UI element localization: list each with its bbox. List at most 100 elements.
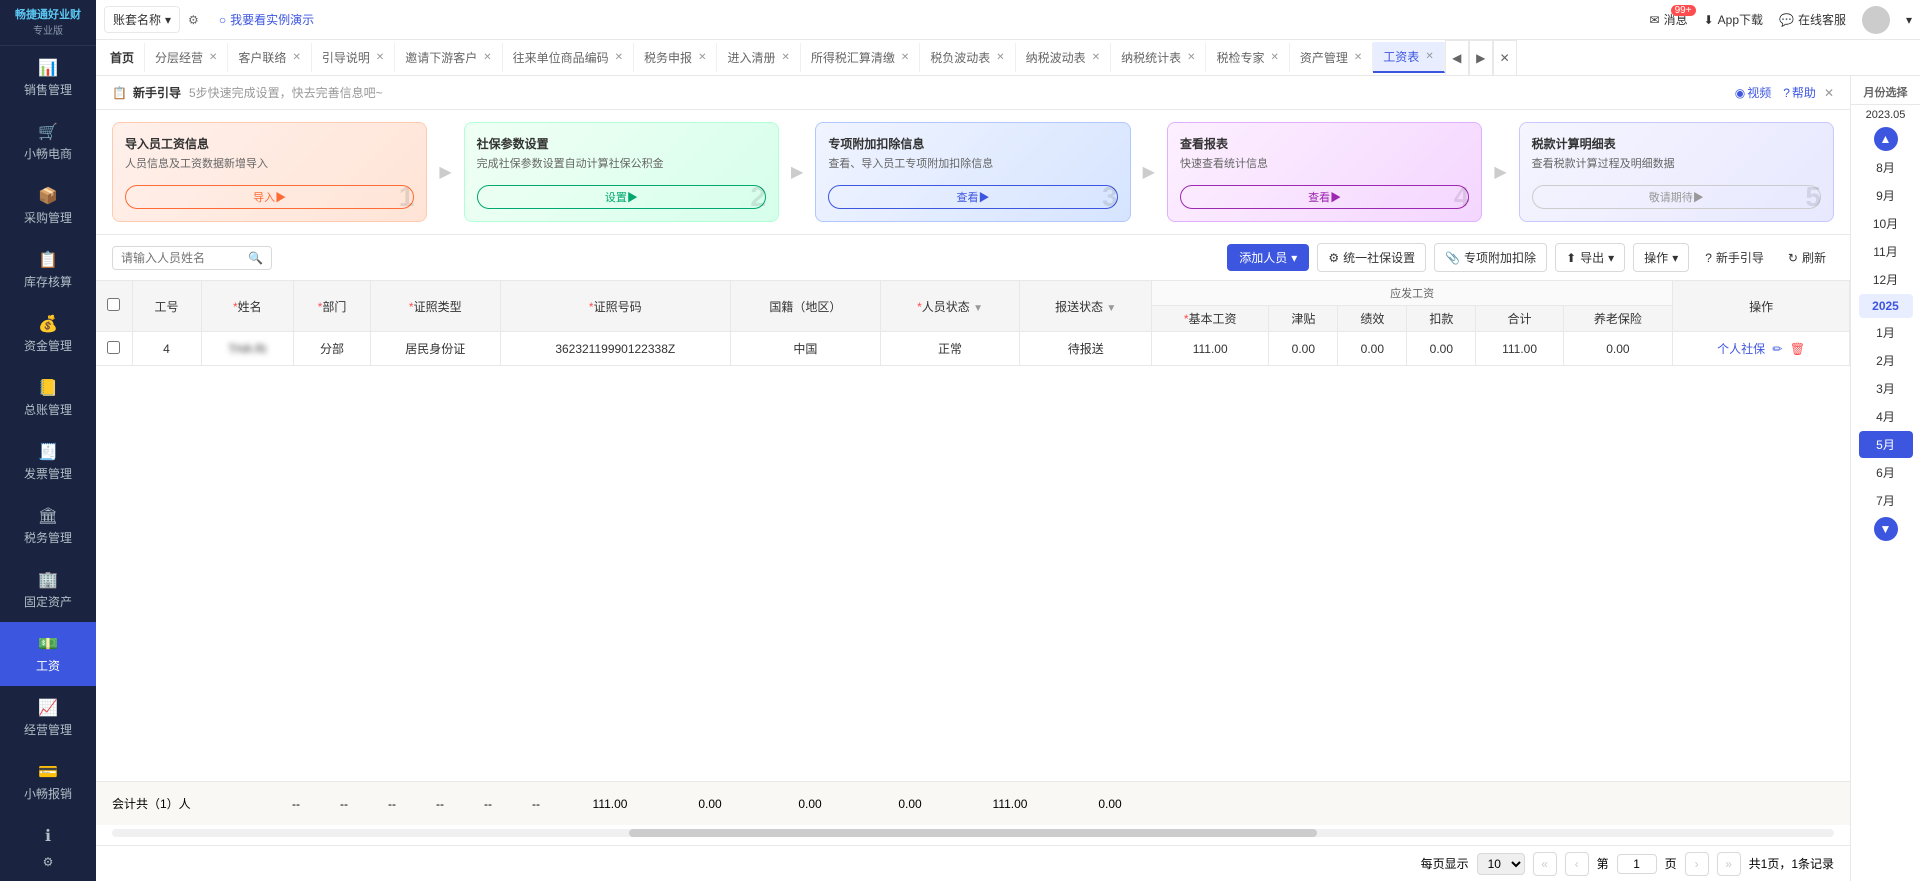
sidebar-item-资金管理[interactable]: 💰资金管理	[0, 302, 96, 366]
guide-btn[interactable]: ? 新手引导	[1697, 244, 1772, 271]
tab-close-icon[interactable]: ✕	[615, 52, 623, 63]
sidebar-item-库存核算[interactable]: 📋库存核算	[0, 238, 96, 302]
guide-video-link[interactable]: ◉ 视频	[1735, 84, 1772, 101]
action-btn[interactable]: 操作 ▾	[1633, 243, 1689, 272]
status-filter-icon[interactable]: ▼	[973, 303, 983, 314]
tab-close-icon[interactable]: ✕	[1425, 51, 1433, 62]
tab-客户联络[interactable]: 客户联络✕	[228, 43, 311, 72]
sidebar-item-经营管理[interactable]: 📈经营管理	[0, 686, 96, 750]
tab-close-icon[interactable]: ✕	[209, 52, 217, 63]
sidebar-item-小畅电商[interactable]: 🛒小畅电商	[0, 110, 96, 174]
month-item-5月[interactable]: 5月	[1859, 431, 1913, 458]
online-service-btn[interactable]: 💬 在线客服	[1779, 11, 1846, 28]
tab-税检专家[interactable]: 税检专家✕	[1206, 43, 1289, 72]
tab-close-icon[interactable]: ✕	[1354, 52, 1362, 63]
row-checkbox-cell[interactable]	[96, 332, 132, 366]
tab-close-all-btn[interactable]: ✕	[1493, 40, 1517, 76]
social-security-setting-btn[interactable]: ⚙ 统一社保设置	[1317, 243, 1426, 272]
user-menu-btn[interactable]: ▾	[1906, 13, 1912, 27]
prev-page-btn[interactable]: ‹	[1565, 852, 1589, 876]
horizontal-scrollbar[interactable]	[96, 825, 1850, 845]
tab-邀请下游客户[interactable]: 邀请下游客户✕	[395, 43, 502, 72]
month-item-8月[interactable]: 8月	[1859, 154, 1913, 181]
month-up-btn[interactable]: ▲	[1874, 127, 1898, 151]
tab-所得税汇算清缴[interactable]: 所得税汇算清缴✕	[801, 43, 920, 72]
step-btn-3[interactable]: 查看▶	[828, 185, 1117, 209]
page-size-select[interactable]: 10 20 50	[1477, 853, 1525, 875]
tab-close-icon[interactable]: ✕	[483, 52, 491, 63]
tab-close-icon[interactable]: ✕	[698, 52, 706, 63]
sidebar-item-税务管理[interactable]: 🏛税务管理	[0, 494, 96, 558]
user-selector[interactable]: 账套名称 ▾	[104, 6, 180, 33]
month-item-6月[interactable]: 6月	[1859, 459, 1913, 486]
sidebar-item-总账管理[interactable]: 📒总账管理	[0, 366, 96, 430]
tab-next-btn[interactable]: ▶	[1469, 40, 1493, 76]
sidebar-item-发票管理[interactable]: 🧾发票管理	[0, 430, 96, 494]
tab-纳税统计表[interactable]: 纳税统计表✕	[1111, 43, 1206, 72]
month-item-7月[interactable]: 7月	[1859, 487, 1913, 514]
next-page-btn[interactable]: ›	[1685, 852, 1709, 876]
tab-纳税波动表[interactable]: 纳税波动表✕	[1016, 43, 1111, 72]
step-btn-1[interactable]: 导入▶	[125, 185, 414, 209]
tab-工资表[interactable]: 工资表✕	[1373, 42, 1444, 73]
sidebar-item-固定资产[interactable]: 🏢固定资产	[0, 558, 96, 622]
tab-close-icon[interactable]: ✕	[1187, 52, 1195, 63]
search-input[interactable]	[121, 251, 244, 265]
last-page-btn[interactable]: »	[1717, 852, 1741, 876]
select-all-checkbox[interactable]	[107, 298, 120, 311]
sidebar-item-小畅报销[interactable]: 💳小畅报销	[0, 750, 96, 814]
sidebar-item-采购管理[interactable]: 📦采购管理	[0, 174, 96, 238]
settings-icon[interactable]: ⚙	[188, 13, 199, 27]
month-item-2025[interactable]: 2025	[1859, 294, 1913, 318]
edit-icon[interactable]: ✏	[1772, 342, 1782, 356]
app-download-btn[interactable]: ⬇ App下载	[1704, 11, 1763, 28]
extra-deduction-btn[interactable]: 📎 专项附加扣除	[1434, 243, 1547, 272]
add-person-btn[interactable]: 添加人员 ▾	[1227, 244, 1309, 271]
tab-进入清册[interactable]: 进入清册✕	[717, 43, 800, 72]
personal-insurance-link[interactable]: 个人社保	[1717, 342, 1765, 356]
sidebar-item-基础信息[interactable]: ℹ基础信息	[0, 814, 96, 843]
tab-资产管理[interactable]: 资产管理✕	[1290, 43, 1373, 72]
message-btn[interactable]: ✉ 消息 99+	[1650, 11, 1688, 28]
export-btn[interactable]: ⬆ 导出 ▾	[1555, 243, 1625, 272]
th-checkbox[interactable]	[96, 281, 132, 332]
page-number-input[interactable]	[1617, 854, 1657, 874]
tab-往来单位商品编码[interactable]: 往来单位商品编码✕	[503, 43, 634, 72]
guide-close-btn[interactable]: ✕	[1824, 86, 1834, 100]
tab-close-icon[interactable]: ✕	[781, 52, 789, 63]
month-item-4月[interactable]: 4月	[1859, 403, 1913, 430]
tab-close-icon[interactable]: ✕	[376, 52, 384, 63]
first-page-btn[interactable]: «	[1533, 852, 1557, 876]
tab-close-icon[interactable]: ✕	[1092, 52, 1100, 63]
tab-prev-btn[interactable]: ◀	[1445, 40, 1469, 76]
tab-close-icon[interactable]: ✕	[901, 52, 909, 63]
tab-close-icon[interactable]: ✕	[1271, 52, 1279, 63]
tab-close-icon[interactable]: ✕	[996, 52, 1004, 63]
month-item-3月[interactable]: 3月	[1859, 375, 1913, 402]
step-btn-2[interactable]: 设置▶	[477, 185, 766, 209]
month-item-11月[interactable]: 11月	[1859, 238, 1913, 265]
month-down-btn[interactable]: ▼	[1874, 517, 1898, 541]
month-item-1月[interactable]: 1月	[1859, 319, 1913, 346]
month-item-12月[interactable]: 12月	[1859, 266, 1913, 293]
demo-btn[interactable]: ○ 我要看实例演示	[219, 11, 314, 28]
tab-close-icon[interactable]: ✕	[292, 52, 300, 63]
tab-分层经营[interactable]: 分层经营✕	[145, 43, 228, 72]
user-avatar[interactable]	[1862, 6, 1890, 34]
month-item-10月[interactable]: 10月	[1859, 210, 1913, 237]
refresh-btn[interactable]: ↻ 刷新	[1780, 244, 1834, 271]
sidebar-item-工资[interactable]: 💵工资	[0, 622, 96, 686]
search-box[interactable]: 🔍	[112, 246, 272, 270]
tab-税务申报[interactable]: 税务申报✕	[634, 43, 717, 72]
month-item-9月[interactable]: 9月	[1859, 182, 1913, 209]
tab-引导说明[interactable]: 引导说明✕	[312, 43, 395, 72]
month-item-2月[interactable]: 2月	[1859, 347, 1913, 374]
tab-首页[interactable]: 首页	[100, 43, 145, 72]
sidebar-settings[interactable]: ⚙	[39, 843, 58, 881]
guide-help-link[interactable]: ? 帮助	[1783, 84, 1816, 101]
tab-税负波动表[interactable]: 税负波动表✕	[920, 43, 1015, 72]
row-checkbox[interactable]	[107, 341, 120, 354]
step-btn-4[interactable]: 查看▶	[1180, 185, 1469, 209]
report-filter-icon[interactable]: ▼	[1106, 303, 1116, 314]
delete-icon[interactable]: 🗑	[1790, 342, 1805, 356]
